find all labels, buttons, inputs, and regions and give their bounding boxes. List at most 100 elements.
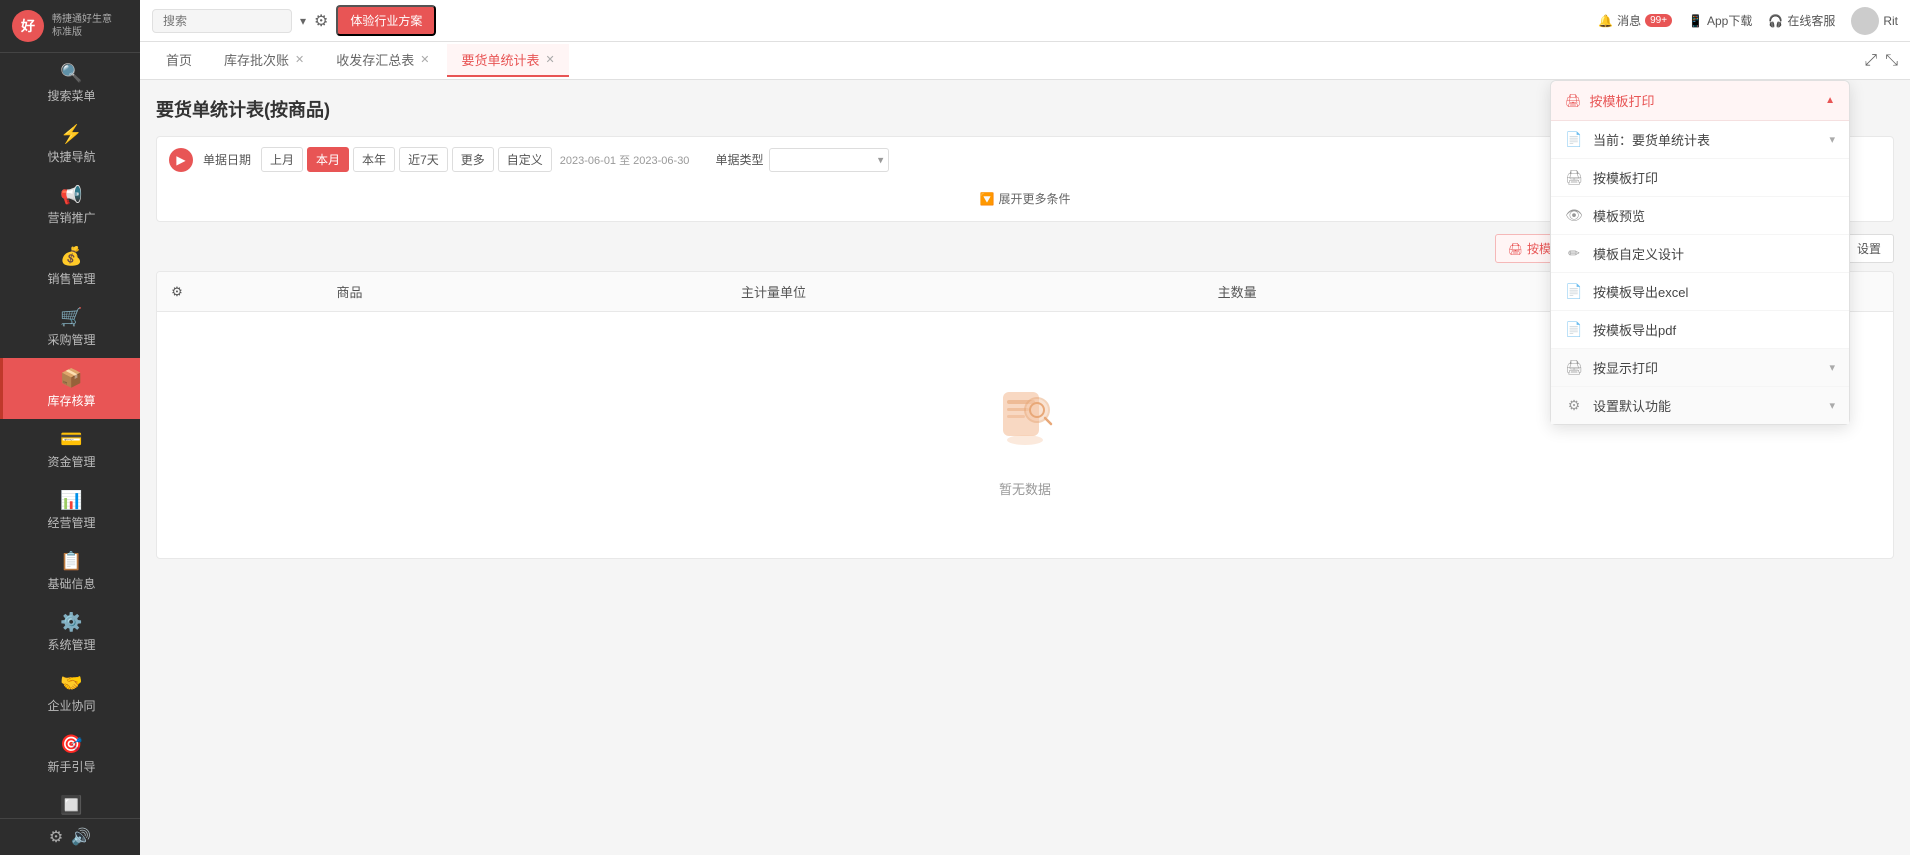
sidebar-item-inventory[interactable]: 📦 库存核算 <box>0 358 140 419</box>
date-btn-current-year[interactable]: 本年 <box>353 147 395 172</box>
online-service-btn[interactable]: 🎧 在线客服 <box>1768 12 1835 29</box>
chart-icon: 📊 <box>60 490 82 511</box>
avatar <box>1851 7 1879 35</box>
close-tab-inventory-batch[interactable]: ✕ <box>295 53 304 66</box>
tab-contract-icon[interactable]: ⤡ <box>1885 52 1898 70</box>
sidebar-item-sales[interactable]: 💰 销售管理 <box>0 236 140 297</box>
date-buttons: 上月 本月 本年 近7天 更多 自定义 2023-06-01 至 2023-06… <box>261 147 689 172</box>
sidebar-item-guide[interactable]: 🎯 新手引导 <box>0 724 140 785</box>
sidebar-item-purchase[interactable]: 🛒 采购管理 <box>0 297 140 358</box>
money-icon: 💰 <box>60 246 82 267</box>
messages-badge: 99+ <box>1645 14 1672 27</box>
dropdown-item-template-custom[interactable]: ✏ 模板自定义设计 <box>1551 235 1849 273</box>
date-btn-prev-month[interactable]: 上月 <box>261 147 303 172</box>
grid-icon: 🔲 <box>60 795 82 816</box>
sidebar-footer: ⚙ 🔊 <box>0 818 140 855</box>
industry-btn[interactable]: 体验行业方案 <box>336 5 436 36</box>
audio-footer-icon[interactable]: 🔊 <box>71 827 91 847</box>
user-avatar-area[interactable]: Rit <box>1851 7 1898 35</box>
search-input[interactable] <box>152 9 292 33</box>
export-excel-icon: 📄 <box>1565 283 1583 300</box>
template-preview-icon: 👁 <box>1565 207 1583 224</box>
sidebar: 好 畅捷通好生意 标准版 🔍 搜索菜单 ⚡ 快捷导航 📢 营销推广 💰 销售管理… <box>0 0 140 855</box>
sidebar-item-quick-nav[interactable]: ⚡ 快捷导航 <box>0 114 140 175</box>
date-btn-custom[interactable]: 自定义 <box>498 147 552 172</box>
dropdown-item-display-print[interactable]: 🖨 按显示打印 ▾ <box>1551 349 1849 387</box>
app-name: 畅捷通好生意 标准版 <box>52 13 112 39</box>
date-btn-more[interactable]: 更多 <box>452 147 494 172</box>
date-btn-current-month[interactable]: 本月 <box>307 147 349 172</box>
display-print-arrow-icon: ▾ <box>1829 361 1835 374</box>
topbar-dropdown[interactable]: ▾ <box>300 14 306 28</box>
dropdown-item-default-settings[interactable]: ⚙ 设置默认功能 ▾ <box>1551 387 1849 424</box>
cart-icon: 🛒 <box>60 307 82 328</box>
headset-icon: 🎧 <box>1768 14 1783 28</box>
sidebar-item-operation[interactable]: 📊 经营管理 <box>0 480 140 541</box>
settings-btn[interactable]: 设置 <box>1844 234 1894 263</box>
close-tab-order-stats[interactable]: ✕ <box>546 53 555 66</box>
search-icon: 🔍 <box>60 63 82 84</box>
sidebar-item-app-center[interactable]: 🔲 应用中心 <box>0 785 140 818</box>
dropdown-chevron-icon: ▾ <box>300 14 306 28</box>
table-settings-icon[interactable]: ⚙ <box>171 284 183 299</box>
gear-icon: ⚙️ <box>60 612 82 633</box>
empty-text: 暂无数据 <box>999 479 1051 498</box>
expand-chevron-icon: 🔽 <box>980 192 995 206</box>
filter-expand-btn[interactable]: ▶ <box>169 148 193 172</box>
tab-inventory-batch[interactable]: 库存批次账 ✕ <box>210 44 318 77</box>
col-quantity: 主数量 <box>1045 272 1429 312</box>
topbar: ▾ ⚙ 体验行业方案 🔔 消息 99+ 📱 App下载 🎧 在线客服 Rit <box>140 0 1910 42</box>
box-icon: 📦 <box>60 368 82 389</box>
current-icon: 📄 <box>1565 131 1583 148</box>
lightning-icon: ⚡ <box>60 124 82 145</box>
sidebar-item-finance[interactable]: 💳 资金管理 <box>0 419 140 480</box>
settings-footer-icon[interactable]: ⚙ <box>49 827 63 847</box>
app-logo: 好 畅捷通好生意 标准版 <box>0 0 140 53</box>
sidebar-item-search[interactable]: 🔍 搜索菜单 <box>0 53 140 114</box>
content-area: 要货单统计表(按商品) ▶ 单据日期 上月 本月 本年 近7天 更多 自定义 2… <box>140 80 1910 855</box>
dropdown-current-item[interactable]: 📄 当前：要货单统计表 ▾ <box>1551 121 1849 159</box>
sidebar-item-enterprise[interactable]: 🤝 企业协同 <box>0 663 140 724</box>
col-product: 商品 <box>197 272 502 312</box>
display-print-icon: 🖨 <box>1565 359 1583 376</box>
date-btn-last-7-days[interactable]: 近7天 <box>399 147 448 172</box>
tab-home[interactable]: 首页 <box>152 44 206 77</box>
printer-icon: 🖨 <box>1508 242 1523 256</box>
main-area: ▾ ⚙ 体验行业方案 🔔 消息 99+ 📱 App下载 🎧 在线客服 Rit <box>140 0 1910 855</box>
tab-receipt-summary[interactable]: 收发存汇总表 ✕ <box>322 44 443 77</box>
printer-header-icon: 🖨 <box>1565 93 1582 109</box>
sidebar-item-basic[interactable]: 📋 基础信息 <box>0 541 140 602</box>
megaphone-icon: 📢 <box>60 185 82 206</box>
sidebar-item-system[interactable]: ⚙️ 系统管理 <box>0 602 140 663</box>
topbar-settings-icon[interactable]: ⚙ <box>314 11 328 31</box>
tab-order-stats[interactable]: 要货单统计表 ✕ <box>447 44 568 77</box>
dropdown-close-chevron[interactable]: ▲ <box>1825 95 1835 106</box>
dropdown-item-export-pdf[interactable]: 📄 按模板导出pdf <box>1551 311 1849 349</box>
expand-more-btn[interactable]: 🔽 展开更多条件 <box>980 186 1071 211</box>
dropdown-item-export-excel[interactable]: 📄 按模板导出excel <box>1551 273 1849 311</box>
current-arrow-icon: ▾ <box>1829 133 1835 146</box>
date-label: 单据日期 <box>203 151 251 168</box>
close-tab-receipt-summary[interactable]: ✕ <box>420 53 429 66</box>
template-custom-icon: ✏ <box>1565 245 1583 262</box>
template-print-dropdown: 🖨 按模板打印 ▲ 📄 当前：要货单统计表 ▾ 🖨 按模板打印 <box>1550 80 1850 425</box>
default-settings-arrow-icon: ▾ <box>1829 399 1835 412</box>
dropdown-header: 🖨 按模板打印 ▲ <box>1551 81 1849 121</box>
dropdown-item-template-preview[interactable]: 👁 模板预览 <box>1551 197 1849 235</box>
sidebar-nav: 🔍 搜索菜单 ⚡ 快捷导航 📢 营销推广 💰 销售管理 🛒 采购管理 📦 库存核… <box>0 53 140 818</box>
empty-icon <box>985 372 1065 467</box>
sidebar-item-marketing[interactable]: 📢 营销推广 <box>0 175 140 236</box>
date-range-display: 2023-06-01 至 2023-06-30 <box>560 152 690 168</box>
handshake-icon: 🤝 <box>60 673 82 694</box>
bell-icon: 🔔 <box>1598 14 1613 28</box>
logo-icon: 好 <box>12 10 44 42</box>
dropdown-item-template-print[interactable]: 🖨 按模板打印 <box>1551 159 1849 197</box>
messages-btn[interactable]: 🔔 消息 99+ <box>1598 12 1672 29</box>
col-settings[interactable]: ⚙ <box>157 272 197 312</box>
doc-type-select[interactable] <box>769 148 889 172</box>
dropdown-header-title: 🖨 按模板打印 <box>1565 91 1655 110</box>
phone-icon: 📱 <box>1688 14 1703 28</box>
tab-expand-icon[interactable]: ⤢ <box>1864 52 1877 70</box>
app-download-btn[interactable]: 📱 App下载 <box>1688 12 1752 29</box>
default-settings-icon: ⚙ <box>1565 397 1583 414</box>
